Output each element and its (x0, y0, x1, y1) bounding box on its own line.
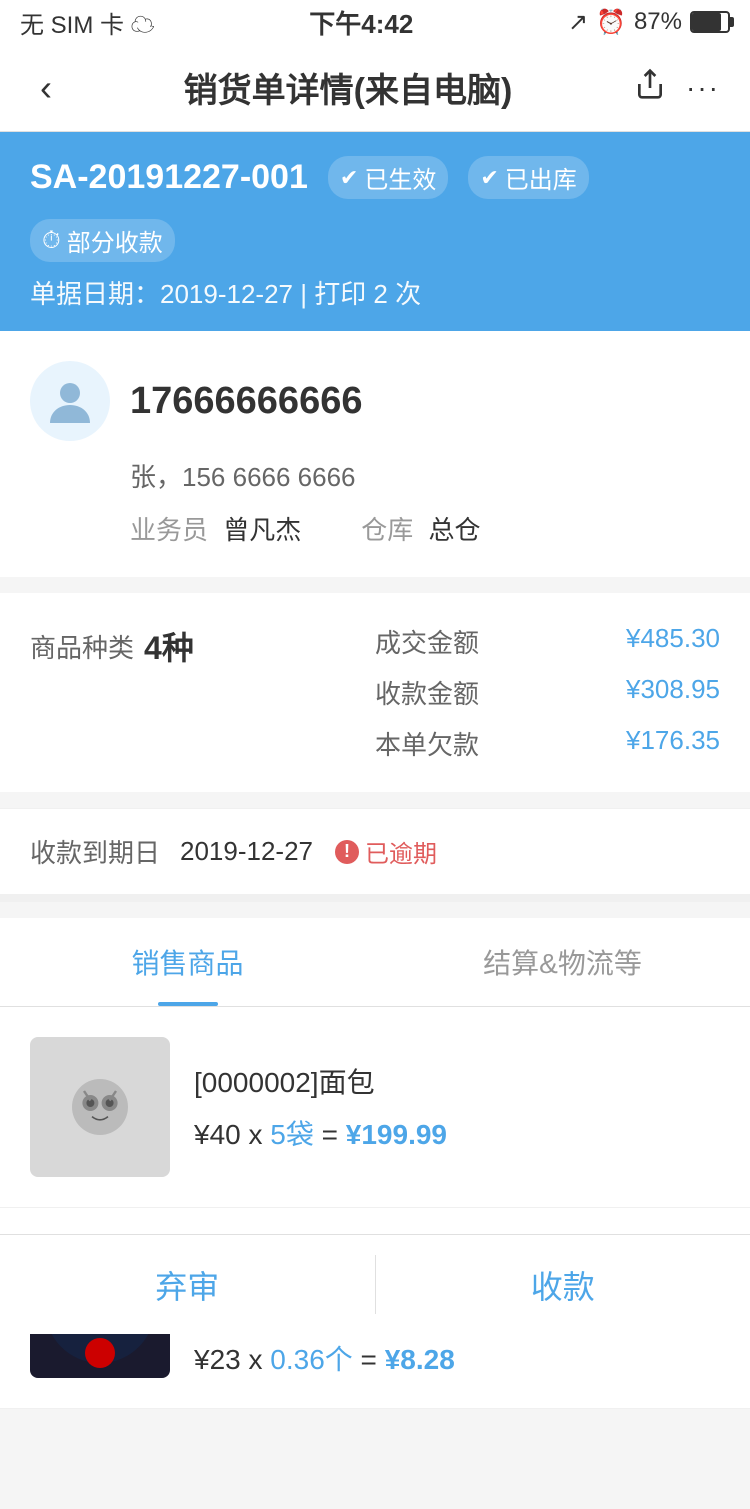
location-icon: ↗ (568, 8, 588, 37)
status-right: ↗ ⏰ 87% (568, 8, 730, 37)
product-thumbnail-1 (30, 1037, 170, 1177)
bottom-bar: 弃审 收款 (0, 1234, 750, 1334)
salesperson-value: 曾凡杰 (223, 515, 301, 545)
status-bar: 无 SIM 卡 ☁ 下午4:42 ↗ ⏰ 87% (0, 0, 750, 44)
cancel-button[interactable]: 弃审 (0, 1235, 375, 1334)
share-icon[interactable] (634, 68, 666, 108)
product-type-label: 商品种类 (30, 628, 134, 665)
due-label: 收款到期日 (30, 833, 160, 870)
tab-label-2: 结算&物流等 (483, 942, 642, 982)
warehouse-value: 总仓 (429, 515, 481, 545)
due-section: 收款到期日 2019-12-27 ! 已逾期 (0, 808, 750, 902)
nav-bar: ‹ 销货单详情(来自电脑) ··· (0, 44, 750, 132)
product-type-value: 4种 (144, 623, 194, 669)
avatar (30, 361, 110, 441)
order-id: SA-20191227-001 (30, 158, 308, 197)
product-info-1: [0000002]面包 ¥40 x 5袋 = ¥199.99 (194, 1061, 720, 1153)
product-price-2: ¥23 x 0.36个 = ¥8.28 (194, 1338, 720, 1378)
customer-section: 17666666666 张，156 6666 6666 业务员 曾凡杰 仓库 总… (0, 331, 750, 577)
tab-label-1: 销售商品 (131, 942, 243, 982)
salesperson-label: 业务员 (130, 515, 208, 545)
battery-icon (690, 11, 730, 33)
order-meta: 单据日期：2019-12-27 | 打印 2 次 (30, 274, 720, 311)
customer-phone: 17666666666 (130, 380, 362, 423)
status-badge-effective: ✔ 已生效 (328, 156, 448, 199)
back-button[interactable]: ‹ (30, 57, 62, 119)
confirm-button[interactable]: 收款 (376, 1235, 750, 1334)
tabs: 销售商品 结算&物流等 (0, 918, 750, 1007)
nav-actions: ··· (634, 68, 720, 108)
table-row: [0000002]面包 ¥40 x 5袋 = ¥199.99 (0, 1007, 750, 1208)
overdue-icon: ! (335, 840, 359, 864)
received-label: 收款金额 (375, 674, 479, 711)
amount-value: ¥485.30 (626, 623, 720, 660)
stats-section: 商品种类 4种 成交金额 ¥485.30 收款金额 ¥308.95 本单欠款 ¥… (0, 593, 750, 792)
amount-label: 成交金额 (375, 623, 479, 660)
battery-status: 87% (634, 8, 682, 36)
received-value: ¥308.95 (626, 674, 720, 711)
debt-value: ¥176.35 (626, 725, 720, 762)
debt-label: 本单欠款 (375, 725, 479, 762)
more-icon[interactable]: ··· (686, 72, 720, 104)
tab-settlement[interactable]: 结算&物流等 (375, 918, 750, 1006)
customer-contact: 张，156 6666 6666 (30, 457, 720, 494)
customer-meta: 业务员 曾凡杰 仓库 总仓 (30, 510, 720, 547)
status-time: 下午4:42 (309, 4, 413, 41)
due-date: 2019-12-27 (180, 836, 313, 867)
status-badge-shipped: ✔ 已出库 (468, 156, 588, 199)
product-price-1: ¥40 x 5袋 = ¥199.99 (194, 1113, 720, 1153)
alarm-icon: ⏰ (596, 8, 626, 37)
overdue-text: 已逾期 (365, 834, 437, 869)
overdue-badge: ! 已逾期 (335, 834, 437, 869)
warehouse-label: 仓库 (361, 515, 413, 545)
sim-status: 无 SIM 卡 ☁ (20, 5, 155, 40)
product-name-1: [0000002]面包 (194, 1061, 720, 1101)
page-title: 销货单详情(来自电脑) (62, 63, 634, 112)
order-banner: SA-20191227-001 ✔ 已生效 ✔ 已出库 ⏱ 部分收款 单据日期：… (0, 132, 750, 331)
status-left: 无 SIM 卡 ☁ (20, 5, 155, 40)
tab-sales-products[interactable]: 销售商品 (0, 918, 375, 1006)
status-badge-partial: ⏱ 部分收款 (30, 219, 175, 262)
product-list: [0000002]面包 ¥40 x 5袋 = ¥199.99 (0, 1007, 750, 1409)
